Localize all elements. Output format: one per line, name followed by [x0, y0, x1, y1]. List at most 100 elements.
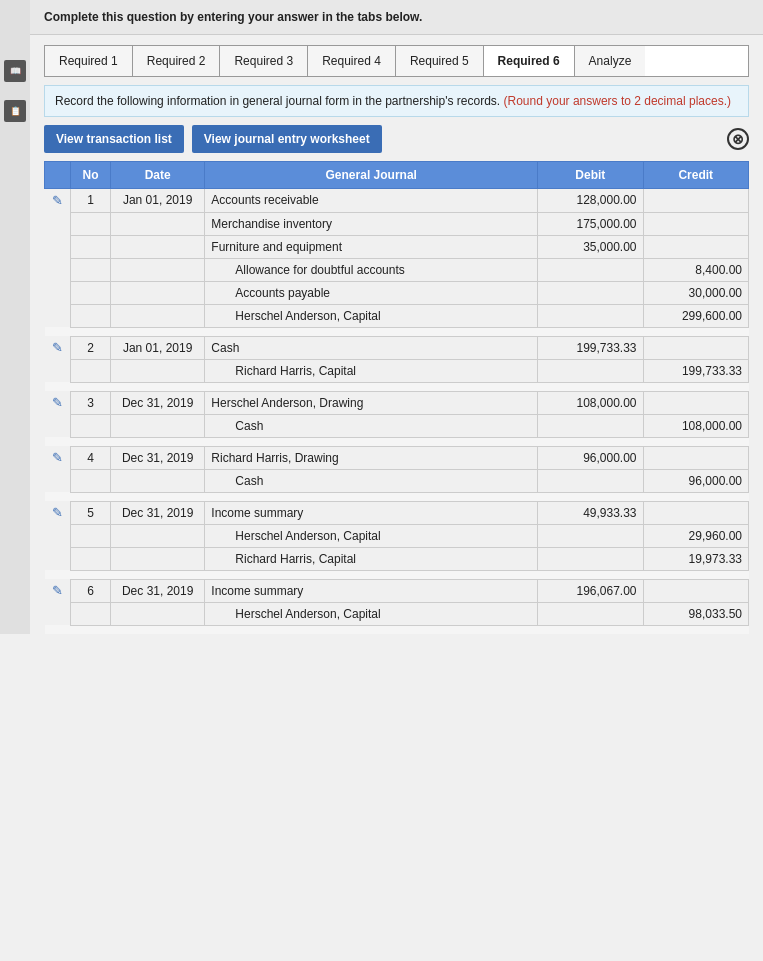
entry-date: Jan 01, 2019: [111, 336, 205, 359]
entry-number: 6: [71, 579, 111, 602]
entry-number: [71, 469, 111, 492]
info-bar: Record the following information in gene…: [44, 85, 749, 117]
entry-credit: [643, 235, 748, 258]
tab-required-4[interactable]: Required 4: [308, 46, 396, 76]
spacer-row: [45, 382, 749, 391]
entry-date: Dec 31, 2019: [111, 391, 205, 414]
entry-number: 1: [71, 189, 111, 213]
edit-icon[interactable]: ✎: [45, 189, 71, 213]
journal-table: No Date General Journal Debit Credit ✎1J…: [44, 161, 749, 634]
entry-description: Furniture and equipment: [205, 235, 538, 258]
entry-date: Dec 31, 2019: [111, 446, 205, 469]
entry-credit: [643, 212, 748, 235]
table-row: Accounts payable 30,000.00: [45, 281, 749, 304]
entry-debit: [538, 547, 643, 570]
entry-number: [71, 602, 111, 625]
entry-date: [111, 469, 205, 492]
tab-required-1[interactable]: Required 1: [45, 46, 133, 76]
entry-debit: 108,000.00: [538, 391, 643, 414]
entry-credit: [643, 189, 748, 213]
entry-date: [111, 281, 205, 304]
entry-date: [111, 235, 205, 258]
table-row: Cash108,000.00: [45, 414, 749, 437]
tab-required-3[interactable]: Required 3: [220, 46, 308, 76]
instruction-text: Complete this question by entering your …: [44, 10, 422, 24]
table-row: Herschel Anderson, Capital 29,960.00: [45, 524, 749, 547]
table-row: Allowance for doubtful accounts 8,400.00: [45, 258, 749, 281]
main-content: Complete this question by entering your …: [30, 0, 763, 634]
entry-date: Dec 31, 2019: [111, 579, 205, 602]
tab-analyze[interactable]: Analyze: [575, 46, 646, 76]
book-icon[interactable]: 📖: [4, 60, 26, 82]
references-icon[interactable]: 📋: [4, 100, 26, 122]
entry-credit: 19,973.33: [643, 547, 748, 570]
table-row: Herschel Anderson, Capital98,033.50: [45, 602, 749, 625]
entry-description: Herschel Anderson, Capital: [205, 524, 538, 547]
entry-description: Accounts payable: [205, 281, 538, 304]
entry-description: Allowance for doubtful accounts: [205, 258, 538, 281]
table-row: ✎3Dec 31, 2019Herschel Anderson, Drawing…: [45, 391, 749, 414]
entry-number: [71, 258, 111, 281]
entry-number: 4: [71, 446, 111, 469]
entry-debit: 35,000.00: [538, 235, 643, 258]
spacer-row: [45, 625, 749, 634]
close-icon[interactable]: ⊗: [727, 128, 749, 150]
entry-number: [71, 212, 111, 235]
entry-credit: 8,400.00: [643, 258, 748, 281]
entry-number: 5: [71, 501, 111, 524]
entry-number: [71, 304, 111, 327]
entry-number: [71, 359, 111, 382]
col-header-general-journal: General Journal: [205, 162, 538, 189]
entry-credit: [643, 391, 748, 414]
entry-debit: 175,000.00: [538, 212, 643, 235]
col-header-credit: Credit: [643, 162, 748, 189]
col-header-debit: Debit: [538, 162, 643, 189]
entry-number: 3: [71, 391, 111, 414]
table-row: Herschel Anderson, Capital299,600.00: [45, 304, 749, 327]
entry-number: [71, 235, 111, 258]
view-transaction-list-button[interactable]: View transaction list: [44, 125, 184, 153]
entry-description: Herschel Anderson, Drawing: [205, 391, 538, 414]
entry-date: [111, 304, 205, 327]
entry-debit: [538, 524, 643, 547]
entry-credit: 96,000.00: [643, 469, 748, 492]
tab-required-6[interactable]: Required 6: [484, 46, 575, 76]
edit-icon[interactable]: ✎: [45, 579, 71, 602]
entry-date: [111, 524, 205, 547]
info-text: Record the following information in gene…: [55, 94, 504, 108]
entry-date: [111, 602, 205, 625]
tab-required-5[interactable]: Required 5: [396, 46, 484, 76]
spacer-row: [45, 570, 749, 579]
table-row: ✎4Dec 31, 2019Richard Harris, Drawing96,…: [45, 446, 749, 469]
entry-debit: 49,933.33: [538, 501, 643, 524]
tab-required-2[interactable]: Required 2: [133, 46, 221, 76]
entry-credit: 30,000.00: [643, 281, 748, 304]
entry-credit: 98,033.50: [643, 602, 748, 625]
entry-date: [111, 258, 205, 281]
entry-description: Merchandise inventory: [205, 212, 538, 235]
entry-debit: [538, 469, 643, 492]
button-row: View transaction list View journal entry…: [44, 125, 749, 153]
entry-debit: 128,000.00: [538, 189, 643, 213]
table-row: ✎5Dec 31, 2019Income summary49,933.33: [45, 501, 749, 524]
entry-credit: [643, 336, 748, 359]
entry-credit: 29,960.00: [643, 524, 748, 547]
table-row: ✎2Jan 01, 2019Cash199,733.33: [45, 336, 749, 359]
edit-icon[interactable]: ✎: [45, 501, 71, 524]
entry-credit: [643, 501, 748, 524]
table-row: Merchandise inventory175,000.00: [45, 212, 749, 235]
entry-description: Cash: [205, 336, 538, 359]
entry-debit: [538, 281, 643, 304]
entry-credit: 108,000.00: [643, 414, 748, 437]
entry-description: Income summary: [205, 501, 538, 524]
view-journal-entry-worksheet-button[interactable]: View journal entry worksheet: [192, 125, 382, 153]
edit-icon[interactable]: ✎: [45, 391, 71, 414]
edit-icon[interactable]: ✎: [45, 336, 71, 359]
edit-icon[interactable]: ✎: [45, 446, 71, 469]
entry-number: [71, 547, 111, 570]
entry-credit: 199,733.33: [643, 359, 748, 382]
entry-number: 2: [71, 336, 111, 359]
entry-description: Accounts receivable: [205, 189, 538, 213]
entry-debit: [538, 304, 643, 327]
entry-description: Cash: [205, 469, 538, 492]
